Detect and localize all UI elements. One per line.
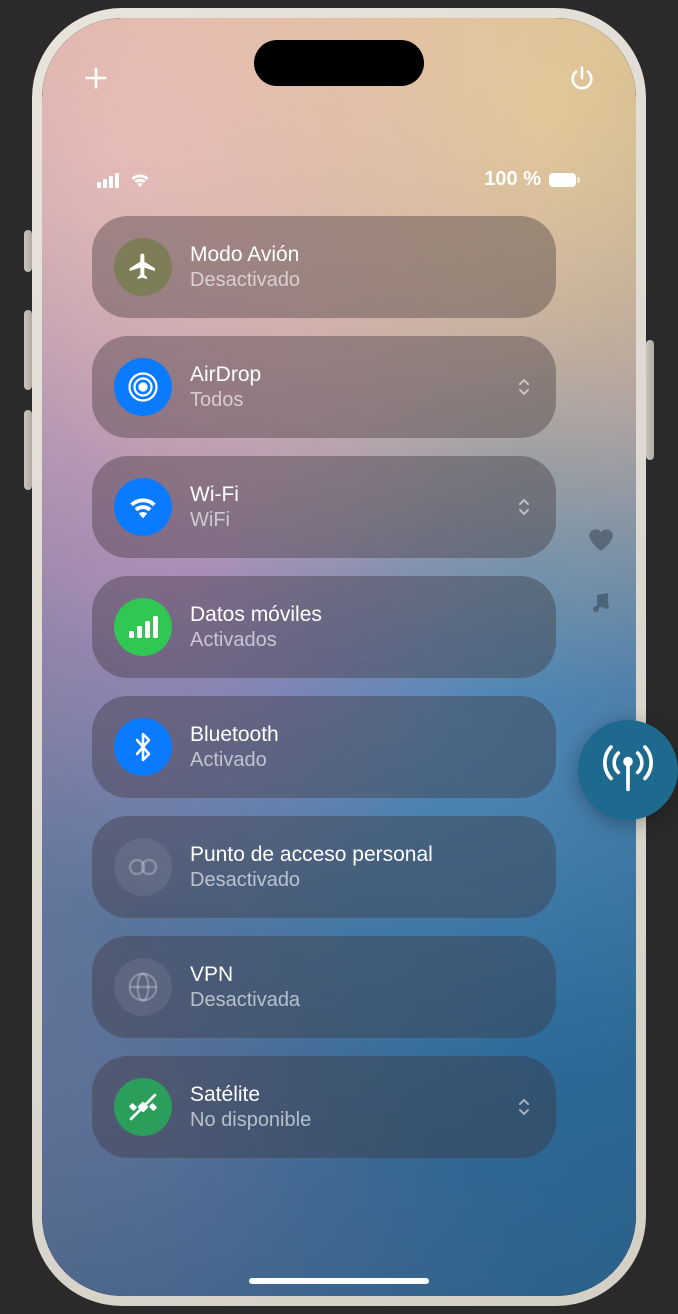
- control-title: Wi-Fi: [190, 483, 239, 507]
- vpn-icon: [114, 958, 172, 1016]
- personal-hotspot-toggle[interactable]: Punto de acceso personal Desactivado: [92, 816, 556, 918]
- airplane-icon: [114, 238, 172, 296]
- connectivity-page-indicator[interactable]: [578, 720, 678, 820]
- control-status: Desactivada: [190, 989, 300, 1012]
- control-status: Activados: [190, 629, 322, 652]
- expand-chevron-icon: [516, 496, 532, 518]
- volume-down-button: [24, 410, 32, 490]
- control-title: VPN: [190, 963, 300, 987]
- status-bar: 100 %: [97, 168, 581, 191]
- control-status: Desactivado: [190, 869, 433, 892]
- airdrop-icon: [114, 358, 172, 416]
- control-status: Todos: [190, 389, 261, 412]
- cellular-icon: [114, 598, 172, 656]
- control-title: Satélite: [190, 1083, 311, 1107]
- control-title: Punto de acceso personal: [190, 843, 433, 867]
- control-status: Activado: [190, 749, 279, 772]
- add-control-button[interactable]: [82, 64, 110, 92]
- volume-up-button: [24, 310, 32, 390]
- home-indicator[interactable]: [249, 1278, 429, 1284]
- control-status: No disponible: [190, 1109, 311, 1132]
- cellular-signal-icon: [97, 172, 121, 188]
- wifi-status-icon: [129, 172, 151, 188]
- satellite-icon: [114, 1078, 172, 1136]
- bluetooth-icon: [114, 718, 172, 776]
- airplane-mode-toggle[interactable]: Modo Avión Desactivado: [92, 216, 556, 318]
- action-button: [24, 230, 32, 272]
- wifi-toggle[interactable]: Wi-Fi WiFi: [92, 456, 556, 558]
- battery-icon: [549, 172, 581, 188]
- connectivity-controls: Modo Avión Desactivado AirDrop: [92, 216, 556, 1158]
- side-button: [646, 340, 654, 460]
- expand-chevron-icon: [516, 1096, 532, 1118]
- hotspot-icon: [114, 838, 172, 896]
- control-status: WiFi: [190, 509, 239, 532]
- control-title: Datos móviles: [190, 603, 322, 627]
- expand-chevron-icon: [516, 376, 532, 398]
- bluetooth-toggle[interactable]: Bluetooth Activado: [92, 696, 556, 798]
- control-title: Bluetooth: [190, 723, 279, 747]
- satellite-toggle[interactable]: Satélite No disponible: [92, 1056, 556, 1158]
- control-center-screen: 100 % Modo Avión D: [42, 18, 636, 1296]
- music-page-icon[interactable]: [588, 590, 614, 616]
- battery-percent: 100 %: [484, 168, 541, 191]
- cellular-data-toggle[interactable]: Datos móviles Activados: [92, 576, 556, 678]
- control-status: Desactivado: [190, 269, 300, 292]
- favorites-page-icon[interactable]: [588, 528, 614, 552]
- dynamic-island: [254, 40, 424, 86]
- vpn-toggle[interactable]: VPN Desactivada: [92, 936, 556, 1038]
- control-title: Modo Avión: [190, 243, 300, 267]
- airdrop-toggle[interactable]: AirDrop Todos: [92, 336, 556, 438]
- power-button[interactable]: [568, 64, 596, 92]
- wifi-icon: [114, 478, 172, 536]
- control-title: AirDrop: [190, 363, 261, 387]
- phone-frame: 100 % Modo Avión D: [32, 8, 646, 1306]
